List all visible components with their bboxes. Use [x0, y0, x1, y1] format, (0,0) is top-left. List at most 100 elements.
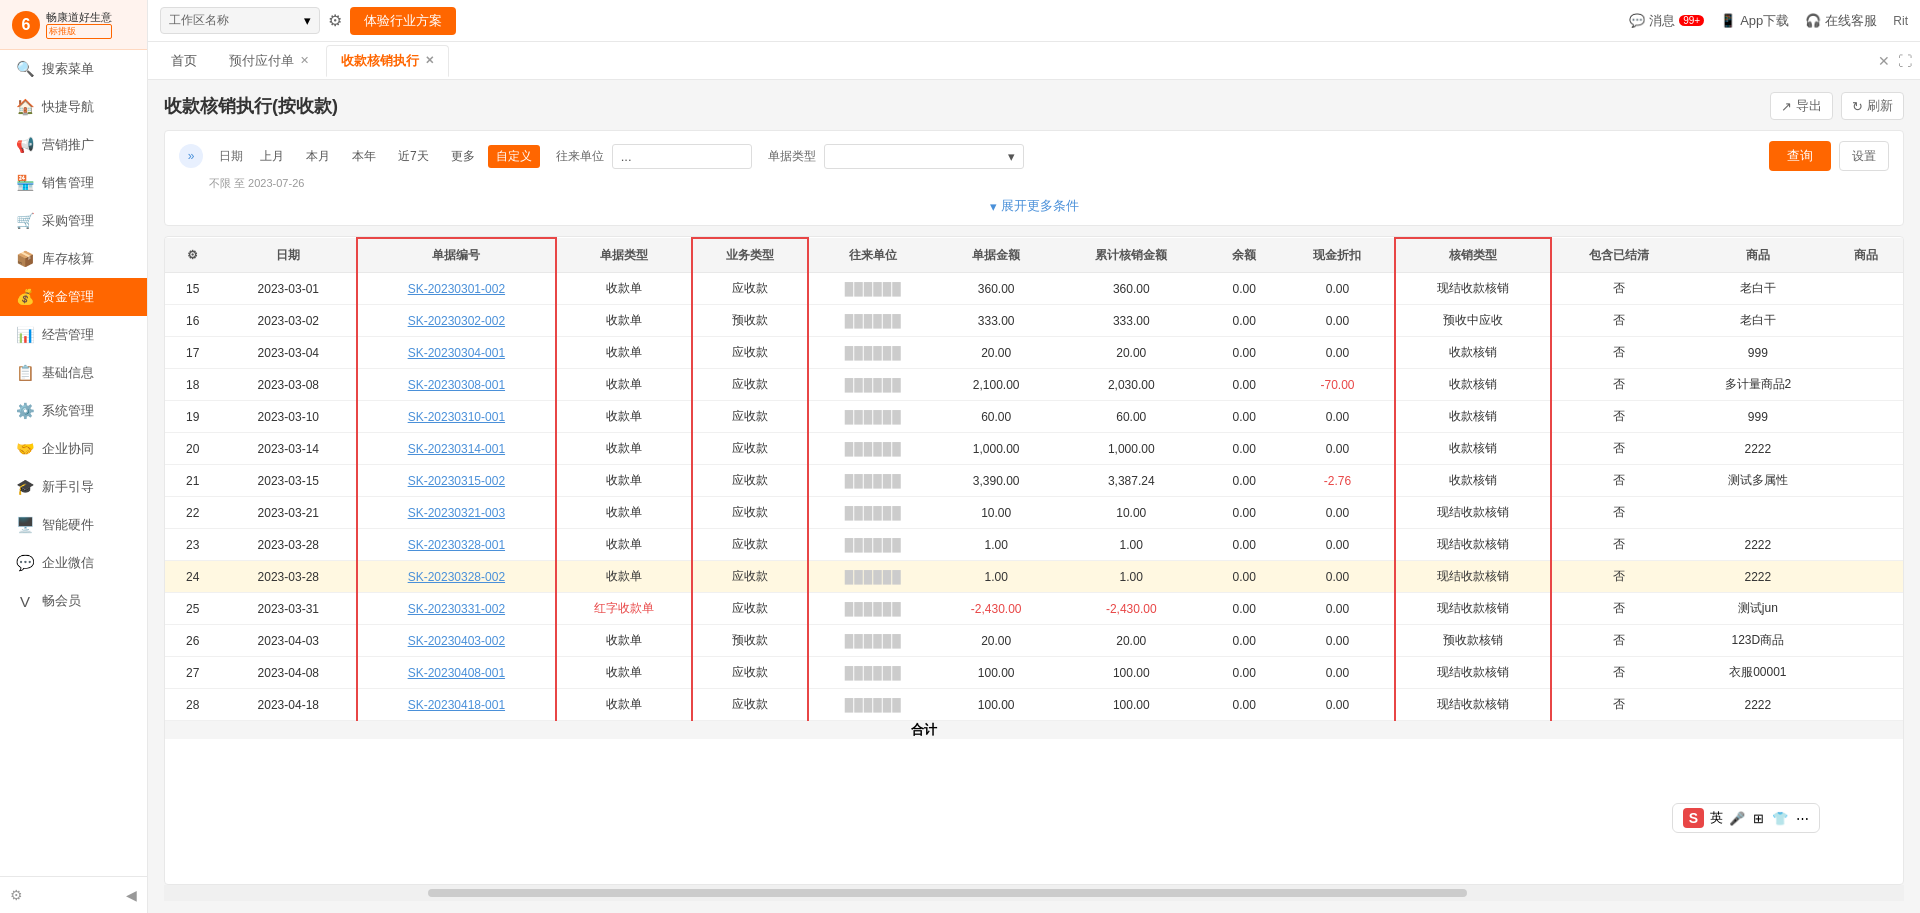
sidebar-item-hardware[interactable]: 🖥️ 智能硬件 [0, 506, 147, 544]
th-balance: 余额 [1208, 238, 1281, 273]
row-order-no[interactable]: SK-20230331-002 [357, 593, 555, 625]
tab-home[interactable]: 首页 [156, 45, 212, 77]
row-order-no[interactable]: SK-20230328-001 [357, 529, 555, 561]
row-order-no[interactable]: SK-20230321-003 [357, 497, 555, 529]
row-order-no[interactable]: SK-20230403-002 [357, 625, 555, 657]
expand-more-link[interactable]: ▾ 展开更多条件 [990, 197, 1079, 215]
row-include-settled: 否 [1551, 529, 1686, 561]
row-partner: ██████ [808, 433, 938, 465]
settings-bottom-icon[interactable]: ⚙ [10, 887, 23, 903]
query-button[interactable]: 查询 [1769, 141, 1831, 171]
sidebar-item-search[interactable]: 🔍 搜索菜单 [0, 50, 147, 88]
row-partner: ██████ [808, 273, 938, 305]
sidebar-item-marketing[interactable]: 📢 营销推广 [0, 126, 147, 164]
solution-button[interactable]: 体验行业方案 [350, 7, 456, 35]
row-goods2 [1830, 657, 1903, 689]
filter-more[interactable]: 更多 [442, 144, 484, 169]
english-icon[interactable]: 英 [1710, 809, 1723, 827]
sidebar-item-quicknav[interactable]: 🏠 快捷导航 [0, 88, 147, 126]
row-writeoff-amount: 333.00 [1055, 305, 1208, 337]
member-icon: V [16, 593, 34, 610]
row-order-no[interactable]: SK-20230308-001 [357, 369, 555, 401]
row-order-no[interactable]: SK-20230301-002 [357, 273, 555, 305]
tab-collection[interactable]: 收款核销执行 ✕ [326, 45, 449, 77]
user-item[interactable]: Rit [1893, 14, 1908, 28]
order-type-select[interactable]: ▾ [824, 144, 1024, 169]
sidebar-item-member[interactable]: V 畅会员 [0, 582, 147, 620]
scrollbar-thumb[interactable] [428, 889, 1467, 897]
system-icon: ⚙️ [16, 402, 34, 420]
tab-expand-icon[interactable]: ⛶ [1898, 53, 1912, 69]
horizontal-scrollbar[interactable] [164, 885, 1904, 901]
row-order-no[interactable]: SK-20230310-001 [357, 401, 555, 433]
filter-date-group: 日期 上月 本月 本年 近7天 更多 自定义 [219, 144, 540, 169]
row-num: 15 [165, 273, 220, 305]
sidebar-item-corp[interactable]: 🤝 企业协同 [0, 430, 147, 468]
row-num: 16 [165, 305, 220, 337]
row-partner: ██████ [808, 561, 938, 593]
row-order-no[interactable]: SK-20230408-001 [357, 657, 555, 689]
row-order-no[interactable]: SK-20230315-002 [357, 465, 555, 497]
row-writeoff-type: 收款核销 [1395, 337, 1551, 369]
filter-this-year[interactable]: 本年 [343, 144, 385, 169]
filter-settings-button[interactable]: 设置 [1839, 141, 1889, 171]
row-writeoff-amount: 1.00 [1055, 529, 1208, 561]
export-button[interactable]: ↗ 导出 [1770, 92, 1833, 120]
row-cash-discount: 0.00 [1281, 337, 1396, 369]
row-order-type: 收款单 [556, 689, 692, 721]
filter-custom-date[interactable]: 自定义 [488, 145, 540, 168]
sidebar-item-operations[interactable]: 📊 经营管理 [0, 316, 147, 354]
row-num: 27 [165, 657, 220, 689]
row-order-amount: 20.00 [937, 337, 1054, 369]
sidebar-item-system[interactable]: ⚙️ 系统管理 [0, 392, 147, 430]
tab-prepay-close[interactable]: ✕ [300, 54, 309, 67]
row-date: 2023-04-03 [220, 625, 357, 657]
mic-icon[interactable]: 🎤 [1729, 811, 1745, 826]
row-order-no[interactable]: SK-20230418-001 [357, 689, 555, 721]
sidebar-item-purchase[interactable]: 🛒 采购管理 [0, 202, 147, 240]
online-service-item[interactable]: 🎧 在线客服 [1805, 12, 1877, 30]
tab-collection-close[interactable]: ✕ [425, 54, 434, 67]
message-item[interactable]: 💬 消息 99+ [1629, 12, 1704, 30]
th-gear[interactable]: ⚙ [165, 238, 220, 273]
row-num: 22 [165, 497, 220, 529]
filter-7days[interactable]: 近7天 [389, 144, 438, 169]
inventory-icon: 📦 [16, 250, 34, 268]
filter-this-month[interactable]: 本月 [297, 144, 339, 169]
tab-prepay[interactable]: 预付应付单 ✕ [214, 45, 324, 77]
shirt-icon[interactable]: 👕 [1772, 811, 1788, 826]
sidebar-item-finance[interactable]: 💰 资金管理 [0, 278, 147, 316]
sidebar-item-sales[interactable]: 🏪 销售管理 [0, 164, 147, 202]
tab-close-icon[interactable]: ✕ [1878, 53, 1890, 69]
filter-expand-btn[interactable]: » [179, 144, 203, 168]
row-cash-discount: -70.00 [1281, 369, 1396, 401]
row-writeoff-type: 收款核销 [1395, 369, 1551, 401]
row-order-type: 收款单 [556, 401, 692, 433]
home-icon: 🏠 [16, 98, 34, 116]
app-download-item[interactable]: 📱 App下载 [1720, 12, 1789, 30]
tab-prepay-label: 预付应付单 [229, 52, 294, 70]
more-icon[interactable]: ⋯ [1796, 811, 1809, 826]
filter-last-month[interactable]: 上月 [251, 144, 293, 169]
topbar-settings-icon[interactable]: ⚙ [328, 11, 342, 30]
grid-icon[interactable]: ⊞ [1753, 811, 1764, 826]
refresh-button[interactable]: ↻ 刷新 [1841, 92, 1904, 120]
sidebar-item-inventory[interactable]: 📦 库存核算 [0, 240, 147, 278]
partner-select[interactable]: ... [612, 144, 752, 169]
row-order-no[interactable]: SK-20230302-002 [357, 305, 555, 337]
row-writeoff-amount: 60.00 [1055, 401, 1208, 433]
workspace-selector[interactable]: 工作区名称 ▾ [160, 7, 320, 34]
row-order-no[interactable]: SK-20230304-001 [357, 337, 555, 369]
row-order-no[interactable]: SK-20230328-002 [357, 561, 555, 593]
sidebar-item-wechat[interactable]: 💬 企业微信 [0, 544, 147, 582]
collapse-icon[interactable]: ◀ [126, 887, 137, 903]
table-footer-row: 合计 [165, 721, 1903, 740]
data-table-wrapper: ⚙ 日期 单据编号 单据类型 业务类型 往来单位 单据金额 累计核销金额 余额 … [164, 236, 1904, 885]
row-order-type: 收款单 [556, 337, 692, 369]
row-writeoff-type: 现结收款核销 [1395, 529, 1551, 561]
sidebar-item-guide[interactable]: 🎓 新手引导 [0, 468, 147, 506]
total-balance [1208, 721, 1281, 740]
total-goods2 [1830, 721, 1903, 740]
sidebar-item-basic[interactable]: 📋 基础信息 [0, 354, 147, 392]
row-order-no[interactable]: SK-20230314-001 [357, 433, 555, 465]
